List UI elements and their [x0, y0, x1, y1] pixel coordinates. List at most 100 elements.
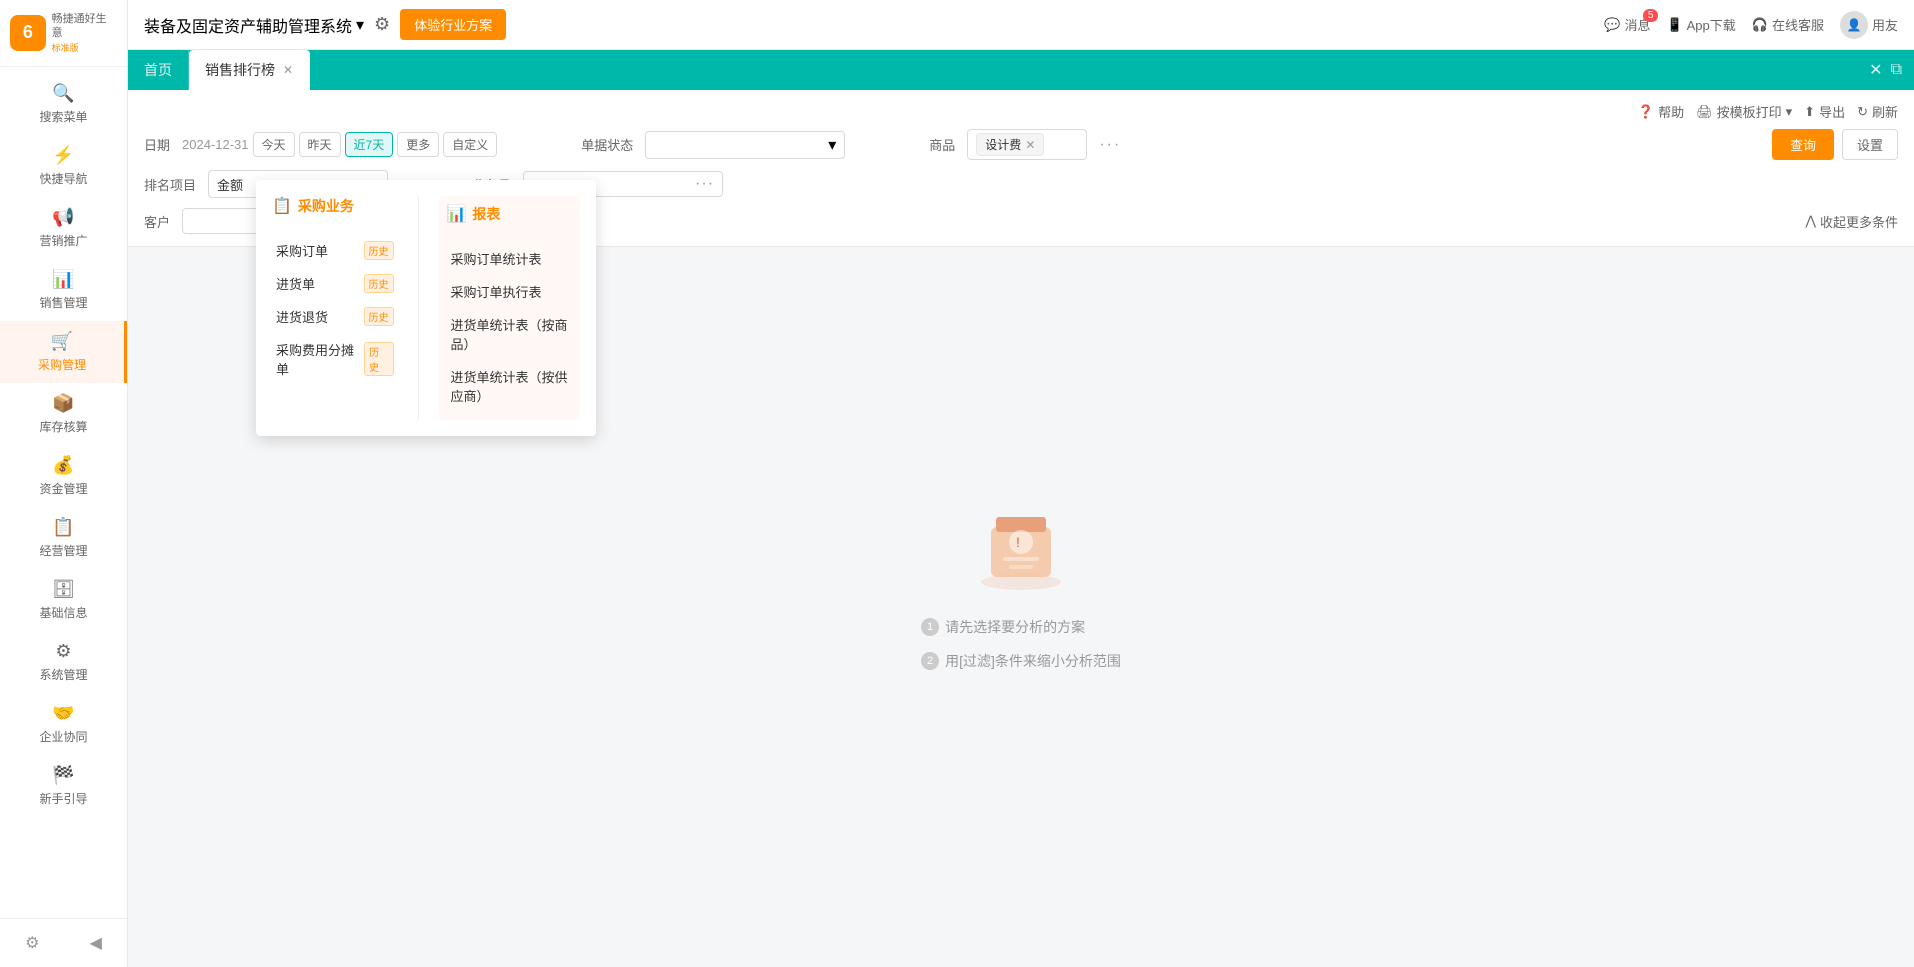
history-tag-3: 历史 [364, 307, 394, 326]
print-btn[interactable]: 🖨 按模板打印 ▾ [1696, 102, 1792, 121]
maximize-window-icon[interactable]: ⧉ [1891, 61, 1902, 79]
sidebar-item-inventory[interactable]: 📦库存核算 [0, 383, 127, 445]
phone-icon: 📱 [1666, 17, 1682, 33]
step-1: 1 [921, 618, 939, 636]
system-title-text: 装备及固定资产辅助管理系统 [144, 13, 352, 37]
logo-subtitle: 标准版 [52, 41, 117, 54]
quick-nav-icon: ⚡ [52, 145, 74, 166]
menu-item-purchase-return[interactable]: 进货退货 历史 [272, 300, 398, 333]
close-window-icon[interactable]: ✕ [1869, 60, 1882, 80]
date-label: 日期 [144, 135, 170, 154]
purchase-section: 📋 采购业务 采购订单 历史 进货单 历史 进货退货 历史 采购费用分摊单 [272, 196, 398, 420]
topbar: 装备及固定资产辅助管理系统 ▾ ⚙ 体验行业方案 💬 消息 5 📱 App下载 … [128, 0, 1914, 50]
sidebar-item-label-marketing: 营销推广 [39, 232, 87, 249]
sidebar-item-purchase[interactable]: 🛒 采购管理 [0, 321, 127, 383]
tab-window-controls: ✕ ⧉ [1869, 60, 1914, 80]
customer-label: 客户 [144, 212, 170, 231]
date-range-text: 2024-12-31 [182, 137, 249, 152]
purchase-section-title: 📋 采购业务 [272, 196, 398, 222]
user-menu[interactable]: 👤 用友 [1840, 11, 1898, 39]
sidebar-item-finance[interactable]: 💰 资金管理 [0, 445, 127, 507]
message-icon: 💬 [1604, 17, 1620, 33]
logo: 6 畅捷通好生意 标准版 [0, 0, 127, 67]
sidebar-item-enterprise[interactable]: 🤝企业协同 [0, 693, 127, 755]
history-tag: 历史 [364, 241, 394, 260]
doc-status-selector[interactable]: ▾ [645, 131, 845, 159]
sidebar-settings-btn[interactable]: ⚙ [17, 929, 47, 957]
date-7days-btn[interactable]: 近7天 [345, 132, 394, 157]
sidebar-item-sales[interactable]: 📊销售管理 [0, 259, 127, 321]
app-download-label: App下载 [1687, 15, 1736, 34]
menu-item-order-execute[interactable]: 采购订单执行表 [447, 275, 573, 308]
system-title[interactable]: 装备及固定资产辅助管理系统 ▾ [144, 13, 364, 37]
query-btn[interactable]: 查询 [1772, 129, 1834, 160]
refresh-btn[interactable]: ↻ 刷新 [1857, 102, 1898, 121]
sidebar-item-label-inventory: 库存核算 [39, 418, 87, 435]
step-2: 2 [921, 652, 939, 670]
doc-status-label: 单据状态 [581, 135, 633, 154]
sidebar-item-label-system: 系统管理 [39, 666, 87, 683]
online-service-btn[interactable]: 🎧 在线客服 [1752, 15, 1824, 34]
date-today-btn[interactable]: 今天 [253, 132, 295, 157]
notifications-btn[interactable]: 💬 消息 5 [1604, 15, 1650, 34]
sidebar-item-search[interactable]: 🔍 搜索菜单 [0, 73, 127, 135]
industry-btn[interactable]: 体验行业方案 [400, 9, 506, 40]
doc-status-chevron: ▾ [828, 135, 836, 155]
logo-title: 畅捷通好生意 [52, 12, 117, 41]
search-icon: 🔍 [52, 83, 74, 104]
settings-btn[interactable]: 设置 [1842, 129, 1898, 160]
date-custom-btn[interactable]: 自定义 [443, 132, 497, 157]
goods-tag-close[interactable]: ✕ [1025, 138, 1035, 152]
sidebar-menu: 🔍 搜索菜单 ⚡快捷导航 📢 营销推广 📊销售管理 🛒 采购管理 📦库存核算 💰 资金管理 📋经营管理… [0, 67, 127, 918]
date-yesterday-btn[interactable]: 昨天 [299, 132, 341, 157]
date-more-btn[interactable]: 更多 [397, 132, 439, 157]
salesperson-dots: ··· [695, 175, 714, 193]
menu-item-receipt-by-supplier[interactable]: 进货单统计表（按供应商） [447, 360, 573, 412]
help-btn[interactable]: ❓ 帮助 [1638, 102, 1684, 121]
tab-home[interactable]: 首页 [128, 50, 189, 90]
main-content: 装备及固定资产辅助管理系统 ▾ ⚙ 体验行业方案 💬 消息 5 📱 App下载 … [128, 0, 1914, 967]
menu-item-order-summary[interactable]: 采购订单统计表 [447, 242, 573, 275]
menu-item-purchase-expense[interactable]: 采购费用分摊单 历史 [272, 333, 398, 385]
export-btn[interactable]: ⬆ 导出 [1804, 102, 1845, 121]
menu-item-purchase-receipt[interactable]: 进货单 历史 [272, 267, 398, 300]
purchase-icon: 🛒 [51, 331, 73, 352]
goods-more-btn[interactable]: ··· [1099, 136, 1121, 154]
notification-badge: 5 [1643, 9, 1659, 22]
settings-icon[interactable]: ⚙ [374, 14, 390, 35]
goods-label: 商品 [929, 135, 955, 154]
marketing-icon: 📢 [52, 207, 74, 228]
sidebar-item-quick-nav[interactable]: ⚡快捷导航 [0, 135, 127, 197]
sidebar-item-guide[interactable]: 🏁新手引导 [0, 755, 127, 817]
app-download-btn[interactable]: 📱 App下载 [1666, 15, 1735, 34]
sidebar-item-label-purchase: 采购管理 [38, 356, 86, 373]
basic-icon: 🗄 [52, 579, 75, 600]
empty-illustration: ! [961, 497, 1081, 597]
collapse-icon: ⋀ [1805, 213, 1816, 229]
report-section-title: 📊 报表 [447, 204, 573, 230]
finance-icon: 💰 [52, 455, 74, 476]
sidebar-bottom: ⚙ ◀ [0, 918, 127, 967]
sales-icon: 📊 [52, 269, 74, 290]
tab-sales-rank[interactable]: 销售排行榜 ✕ [189, 50, 310, 90]
tab-close-icon[interactable]: ✕ [283, 63, 293, 77]
avatar: 👤 [1840, 11, 1868, 39]
sidebar-item-marketing[interactable]: 📢 营销推广 [0, 197, 127, 259]
purchase-dropdown-menu: 📋 采购业务 采购订单 历史 进货单 历史 进货退货 历史 采购费用分摊单 [256, 180, 596, 436]
filter-row-1: 日期 2024-12-31 今天 昨天 近7天 更多 自定义 单据状态 ▾ 商品 [144, 129, 1898, 160]
sidebar-collapse-btn[interactable]: ◀ [82, 929, 110, 957]
empty-tips: 1 请先选择要分析的方案 2 用[过滤]条件来缩小分析范围 [921, 613, 1121, 675]
enterprise-icon: 🤝 [52, 703, 74, 724]
sidebar-item-label-finance: 资金管理 [39, 480, 87, 497]
goods-selector[interactable]: 设计费 ✕ [967, 129, 1087, 160]
sidebar-item-basic[interactable]: 🗄基础信息 [0, 569, 127, 631]
tabbar: 首页 销售排行榜 ✕ ✕ ⧉ [128, 50, 1914, 90]
sidebar-item-business[interactable]: 📋经营管理 [0, 507, 127, 569]
sidebar: 6 畅捷通好生意 标准版 🔍 搜索菜单 ⚡快捷导航 📢 营销推广 📊销售管理 🛒 采购管理 📦库… [0, 0, 128, 967]
menu-item-receipt-by-goods[interactable]: 进货单统计表（按商品） [447, 308, 573, 360]
menu-item-purchase-order[interactable]: 采购订单 历史 [272, 234, 398, 267]
sidebar-item-label-search: 搜索菜单 [39, 108, 87, 125]
sidebar-item-label-guide: 新手引导 [39, 790, 87, 807]
collapse-btn[interactable]: ⋀ 收起更多条件 [1805, 212, 1898, 231]
sidebar-item-system[interactable]: ⚙系统管理 [0, 631, 127, 693]
